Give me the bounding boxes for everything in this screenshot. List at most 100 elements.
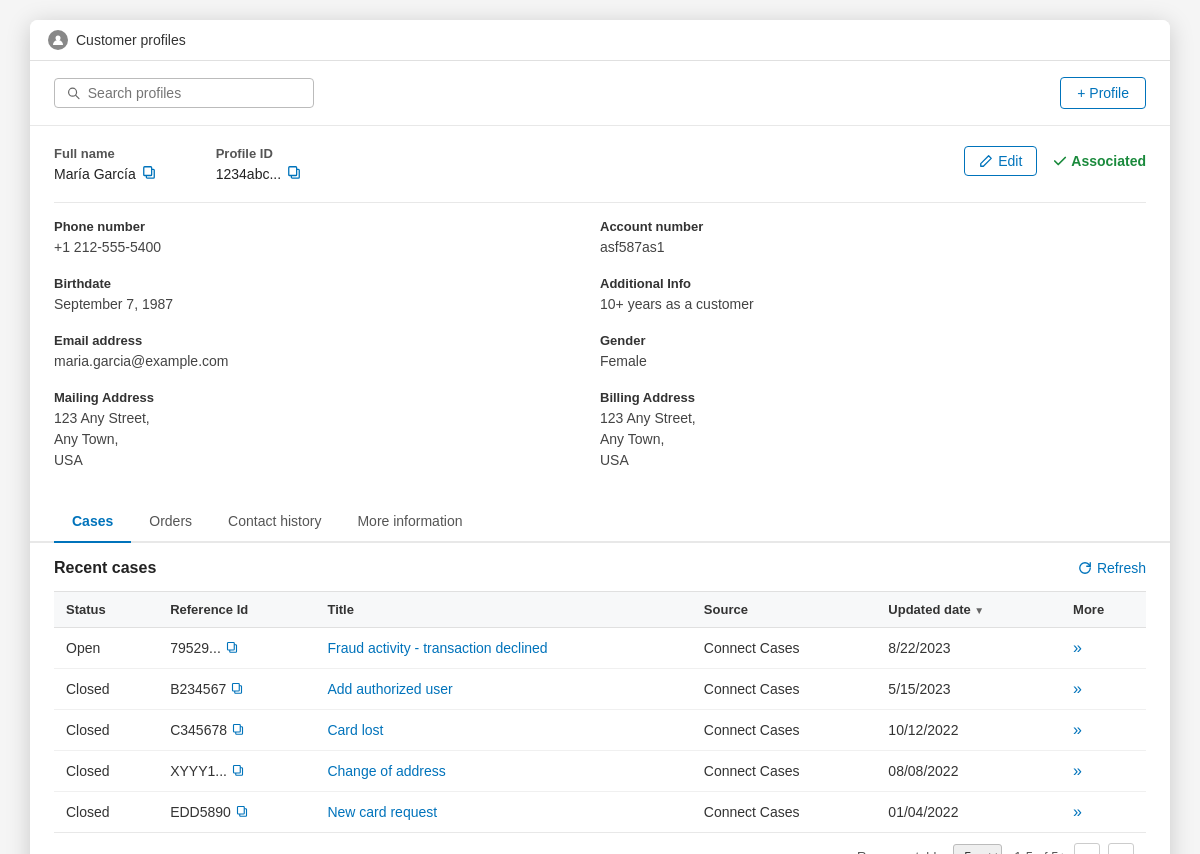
svg-rect-6: [289, 167, 297, 176]
updated-date-cell: 10/12/2022: [876, 710, 1061, 751]
search-box[interactable]: [54, 78, 314, 108]
more-cell[interactable]: »: [1061, 751, 1146, 792]
associated-badge: Associated: [1053, 153, 1146, 169]
svg-line-2: [76, 95, 79, 98]
col-source: Source: [692, 592, 877, 628]
more-icon[interactable]: »: [1073, 680, 1082, 697]
profile-id-copy-icon[interactable]: [287, 165, 301, 182]
tab-contact-history[interactable]: Contact history: [210, 501, 339, 543]
ref-copy-icon[interactable]: [226, 640, 238, 656]
cases-title: Recent cases: [54, 559, 156, 577]
more-icon[interactable]: »: [1073, 803, 1082, 820]
billing-address-field: Billing Address 123 Any Street, Any Town…: [600, 390, 1146, 471]
ref-copy-icon[interactable]: [231, 681, 243, 697]
rows-per-table-label: Rows per table:: [857, 849, 947, 855]
case-title-link[interactable]: Add authorized user: [327, 681, 452, 697]
status-cell: Closed: [54, 669, 158, 710]
rows-per-table: Rows per table: 5 10 25: [857, 844, 1002, 855]
cases-section: Recent cases Refresh Status Reference Id…: [30, 543, 1170, 854]
status-cell: Open: [54, 628, 158, 669]
phone-field: Phone number +1 212-555-5400: [54, 219, 600, 258]
source-cell: Connect Cases: [692, 710, 877, 751]
case-title-link[interactable]: Fraud activity - transaction declined: [327, 640, 547, 656]
tab-cases[interactable]: Cases: [54, 501, 131, 543]
sort-arrow-icon: ▼: [974, 605, 984, 616]
edit-button[interactable]: Edit: [964, 146, 1037, 176]
tab-more-information[interactable]: More information: [339, 501, 480, 543]
add-profile-button[interactable]: + Profile: [1060, 77, 1146, 109]
ref-copy-icon[interactable]: [232, 722, 244, 738]
svg-rect-16: [237, 807, 244, 815]
title-cell[interactable]: Change of address: [315, 751, 691, 792]
title-cell[interactable]: Add authorized user: [315, 669, 691, 710]
next-page-button[interactable]: ›: [1108, 843, 1134, 854]
ref-copy-icon[interactable]: [232, 763, 244, 779]
associated-label: Associated: [1071, 153, 1146, 169]
tab-orders[interactable]: Orders: [131, 501, 210, 543]
status-cell: Closed: [54, 710, 158, 751]
cases-table: Status Reference Id Title Source Updated…: [54, 591, 1146, 832]
table-row: ClosedEDD5890New card requestConnect Cas…: [54, 792, 1146, 833]
svg-rect-8: [227, 643, 234, 651]
tabs-bar: Cases Orders Contact history More inform…: [30, 501, 1170, 543]
window-title: Customer profiles: [76, 32, 186, 48]
full-name-copy-icon[interactable]: [142, 165, 156, 182]
page-header: + Profile: [30, 61, 1170, 126]
profile-section: Full name María García Profile ID 1234ab…: [30, 126, 1170, 501]
search-icon: [67, 86, 80, 100]
source-cell: Connect Cases: [692, 669, 877, 710]
status-cell: Closed: [54, 792, 158, 833]
svg-rect-12: [234, 725, 241, 733]
more-icon[interactable]: »: [1073, 639, 1082, 656]
pagination-label: 1-5 of 5+: [1014, 849, 1066, 855]
table-row: ClosedB234567 Add authorized user Connect …: [54, 669, 1146, 710]
ref-copy-icon[interactable]: [236, 804, 248, 820]
svg-rect-4: [143, 167, 151, 176]
info-grid: Phone number +1 212-555-5400 Account num…: [54, 219, 1146, 501]
email-field: Email address maria.garcia@example.com: [54, 333, 600, 372]
account-number-field: Account number asf587as1: [600, 219, 1146, 258]
case-title-link[interactable]: Card lost: [327, 722, 383, 738]
title-bar: Customer profiles: [30, 20, 1170, 61]
full-name-label: Full name: [54, 146, 156, 161]
main-window: Customer profiles + Profile Full name Ma…: [30, 20, 1170, 854]
more-icon[interactable]: »: [1073, 721, 1082, 738]
case-title-link[interactable]: Change of address: [327, 763, 445, 779]
more-cell[interactable]: »: [1061, 792, 1146, 833]
edit-icon: [979, 154, 993, 168]
title-cell[interactable]: New card request: [315, 792, 691, 833]
full-name-field: Full name María García: [54, 146, 156, 182]
search-input[interactable]: [88, 85, 301, 101]
cases-table-body: Open79529...Fraud activity - transaction…: [54, 628, 1146, 833]
refresh-label: Refresh: [1097, 560, 1146, 576]
status-cell: Closed: [54, 751, 158, 792]
full-name-value: María García: [54, 165, 156, 182]
rows-per-table-select[interactable]: 5 10 25: [953, 844, 1002, 855]
title-cell[interactable]: Fraud activity - transaction declined: [315, 628, 691, 669]
profile-actions: Edit Associated: [964, 146, 1146, 176]
updated-date-cell: 01/04/2022: [876, 792, 1061, 833]
table-row: ClosedC345678Card lostConnect Cases10/12…: [54, 710, 1146, 751]
more-icon[interactable]: »: [1073, 762, 1082, 779]
reference-id-cell: B234567: [158, 669, 315, 710]
profile-divider: [54, 202, 1146, 203]
source-cell: Connect Cases: [692, 628, 877, 669]
source-cell: Connect Cases: [692, 751, 877, 792]
updated-date-cell: 8/22/2023: [876, 628, 1061, 669]
col-status: Status: [54, 592, 158, 628]
updated-date-cell: 5/15/2023: [876, 669, 1061, 710]
profile-id-field: Profile ID 1234abc...: [216, 146, 301, 182]
svg-rect-10: [233, 684, 240, 692]
more-cell[interactable]: »: [1061, 710, 1146, 751]
case-title-link[interactable]: New card request: [327, 804, 437, 820]
table-footer: Rows per table: 5 10 25 1-5 of 5+ ‹ ›: [54, 832, 1146, 854]
edit-label: Edit: [998, 153, 1022, 169]
more-cell[interactable]: »: [1061, 669, 1146, 710]
reference-id-cell: XYYY1...: [158, 751, 315, 792]
prev-page-button[interactable]: ‹: [1074, 843, 1100, 854]
col-reference-id: Reference Id: [158, 592, 315, 628]
title-cell[interactable]: Card lost: [315, 710, 691, 751]
more-cell[interactable]: »: [1061, 628, 1146, 669]
refresh-button[interactable]: Refresh: [1078, 560, 1146, 576]
col-updated-date[interactable]: Updated date ▼: [876, 592, 1061, 628]
